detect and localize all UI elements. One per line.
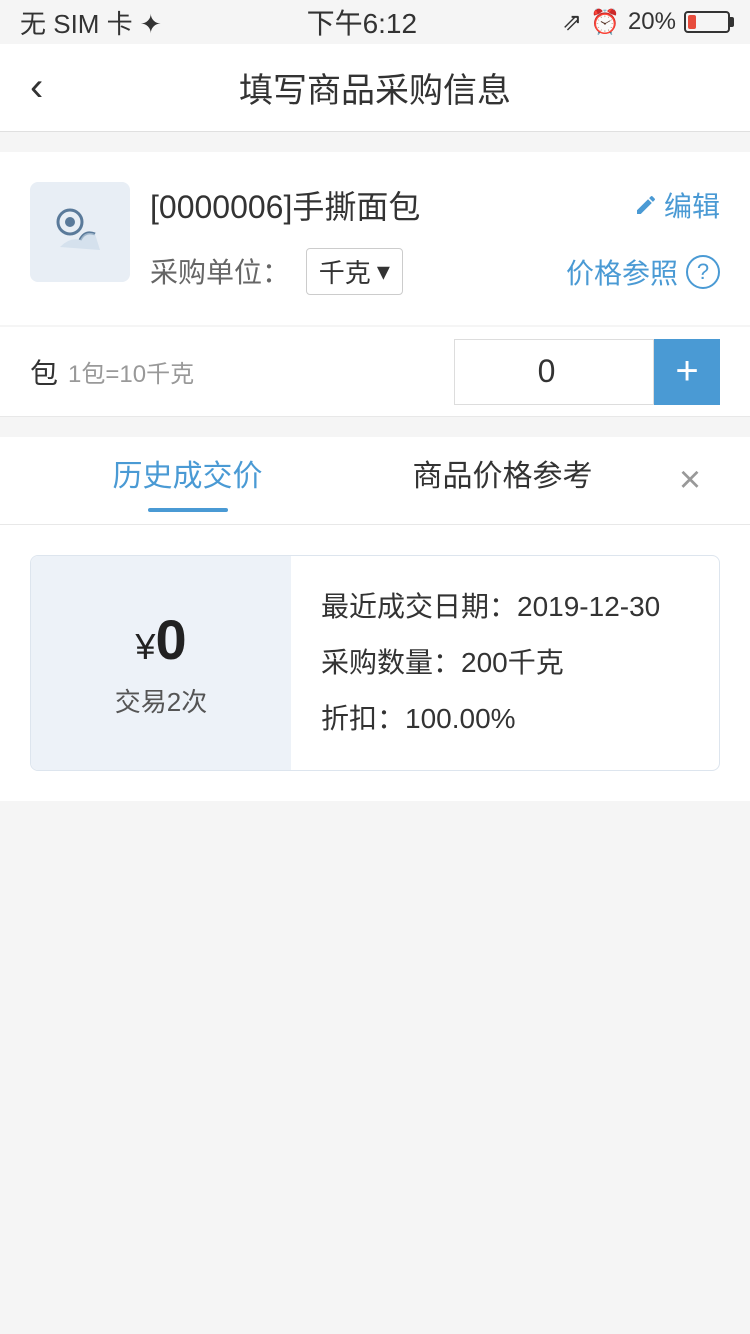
price-ref-button[interactable]: 价格参照 ? [566,252,720,292]
nav-bar: ‹ 填写商品采购信息 [0,44,750,132]
quantity-label-text: 采购数量： [321,647,461,678]
product-header: [0000006]手撕面包 编辑 采购单位： 千克 ▾ 价格 [30,182,720,295]
edit-button[interactable]: 编辑 [634,185,720,225]
trade-count: 交易2次 [115,682,207,719]
history-card: ¥0 交易2次 最近成交日期：2019-12-30 采购数量：200千克 折扣：… [30,555,720,771]
product-name: [0000006]手撕面包 [150,182,420,228]
edit-label[interactable]: 编辑 [664,185,720,225]
currency-symbol: ¥ [135,626,155,667]
tab-price-ref-label: 商品价格参考 [413,460,593,493]
unit-section: 采购单位： 千克 ▾ [150,248,403,295]
tab-section: 历史成交价 商品价格参考 × ¥0 交易2次 最近成交日期：2019-12-30… [0,437,750,801]
tab-product-price-ref[interactable]: 商品价格参考 [345,451,660,511]
tab-close-button[interactable]: × [660,451,720,511]
history-details: 最近成交日期：2019-12-30 采购数量：200千克 折扣：100.00% [291,556,719,770]
unit-row: 采购单位： 千克 ▾ 价格参照 ? [150,248,720,295]
unit-label: 采购单位： [150,257,290,288]
help-icon: ? [686,255,720,289]
quantity-input[interactable] [454,339,654,405]
product-name-row: [0000006]手撕面包 编辑 [150,182,720,228]
status-right: ⇗ ⏰ 20% [562,8,730,37]
discount-label: 折扣： [321,703,405,734]
quantity-controls: + [454,339,720,405]
page-title: 填写商品采购信息 [90,63,660,112]
tab-history-label: 历史成交价 [113,460,263,493]
recent-date-row: 最近成交日期：2019-12-30 [321,586,689,628]
recent-date-value: 2019-12-30 [517,591,660,622]
discount-value: 100.00% [405,703,516,734]
discount-row: 折扣：100.00% [321,698,689,740]
unit-select[interactable]: 千克 ▾ [306,248,403,295]
history-content: ¥0 交易2次 最近成交日期：2019-12-30 采购数量：200千克 折扣：… [0,525,750,801]
status-time: 下午6:12 [307,2,418,42]
product-card: [0000006]手撕面包 编辑 采购单位： 千克 ▾ 价格 [0,152,750,325]
recent-date-label: 最近成交日期： [321,591,517,622]
price-ref-label: 价格参照 [566,252,678,292]
history-price-section: ¥0 交易2次 [31,556,291,770]
alarm-icon: ⏰ [590,8,620,37]
nav-icon: ⇗ [562,8,582,37]
product-info: [0000006]手撕面包 编辑 采购单位： 千克 ▾ 价格 [150,182,720,295]
quantity-value: 200千克 [461,647,564,678]
battery-percent: 20% [628,8,676,36]
product-image [30,182,130,282]
quantity-section: 包 1包=10千克 + [0,327,750,417]
quantity-plus-button[interactable]: + [654,339,720,405]
battery-icon [684,11,730,33]
back-button[interactable]: ‹ [30,65,90,110]
bottom-area [0,801,750,1301]
battery-fill [688,15,696,29]
status-bar: 无 SIM 卡 ✦ 下午6:12 ⇗ ⏰ 20% [0,0,750,44]
sim-label: 无 SIM 卡 ✦ [20,4,162,41]
chevron-down-icon: ▾ [377,256,390,287]
unit-name: 包 [30,352,58,392]
tab-header: 历史成交价 商品价格参考 × [0,437,750,525]
history-price-value: ¥0 [135,607,186,672]
unit-value: 千克 [319,253,371,290]
status-left: 无 SIM 卡 ✦ [20,4,162,41]
unit-conversion: 1包=10千克 [68,354,194,389]
tab-history-price[interactable]: 历史成交价 [30,451,345,511]
quantity-row: 采购数量：200千克 [321,642,689,684]
